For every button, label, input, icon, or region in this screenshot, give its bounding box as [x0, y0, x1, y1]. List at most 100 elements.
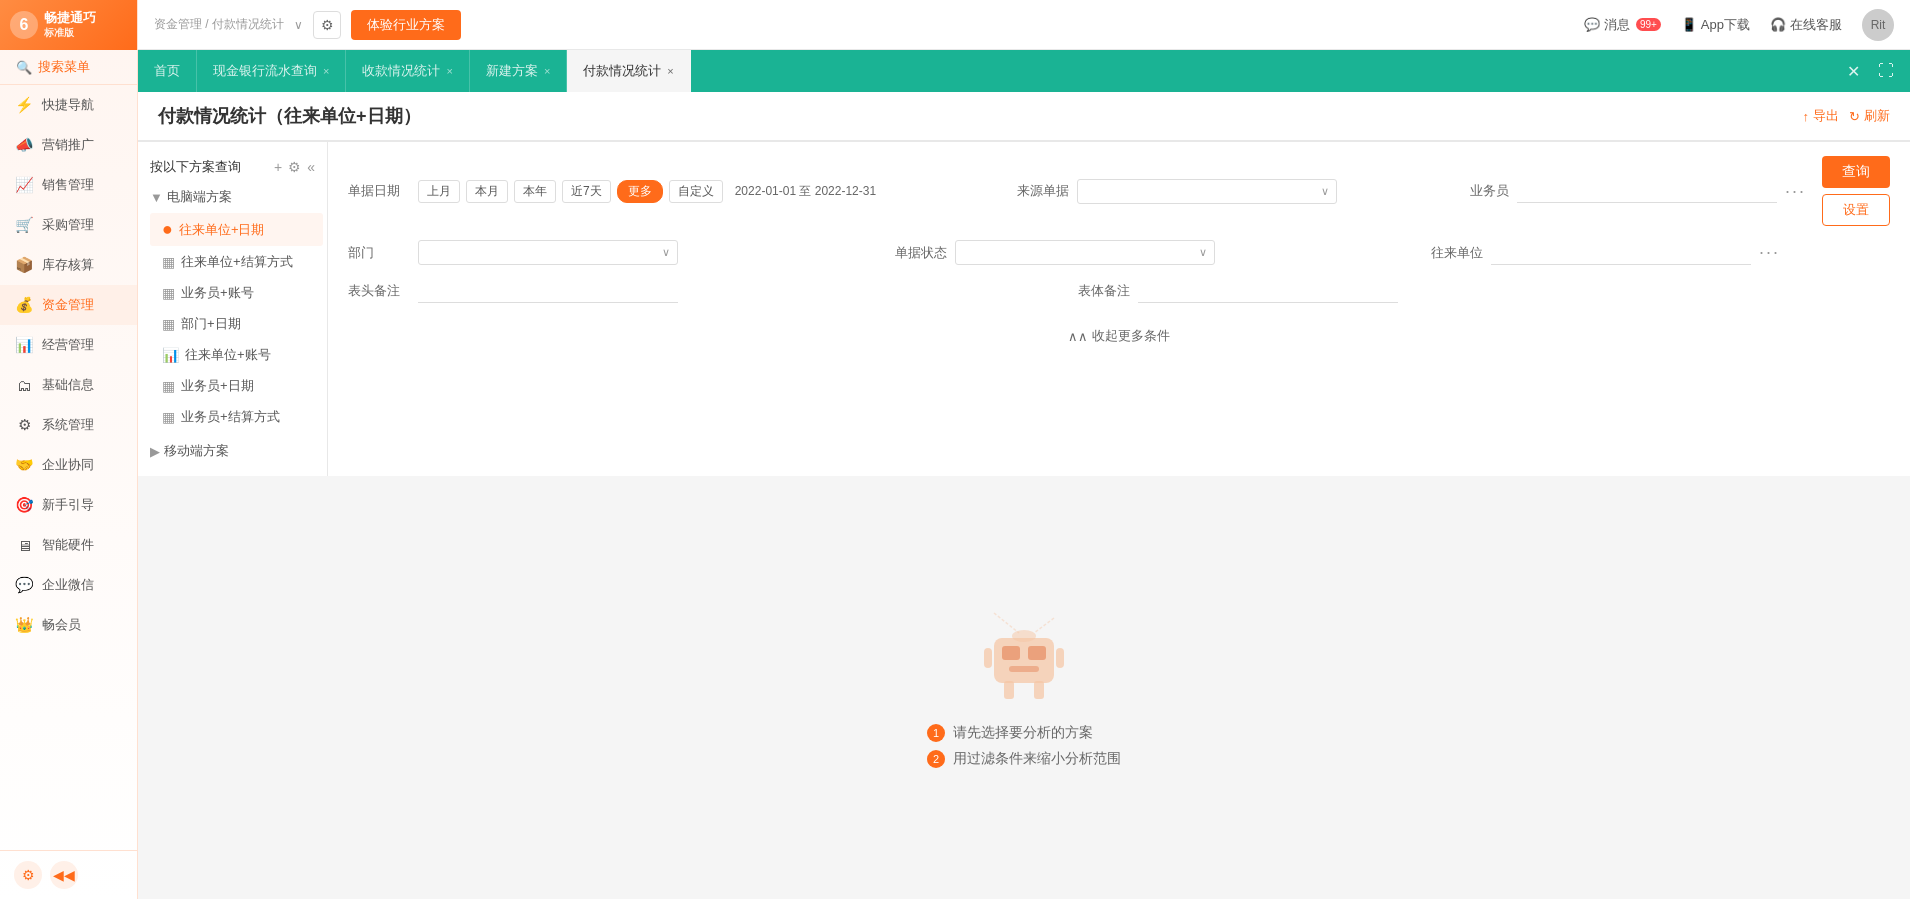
avatar-text: Rit — [1871, 18, 1886, 32]
svg-rect-6 — [1004, 681, 1014, 699]
staff-filter-dots[interactable]: ··· — [1785, 181, 1806, 202]
tab-payment-stats-close[interactable]: × — [667, 65, 673, 77]
sidebar-item-quick-nav[interactable]: ⚡ 快捷导航 — [0, 85, 137, 125]
tab-home[interactable]: 首页 — [138, 50, 197, 92]
partner-filter-dots[interactable]: ··· — [1759, 242, 1780, 263]
sidebar-item-label: 基础信息 — [42, 376, 94, 394]
topbar-dropdown-icon[interactable]: ∨ — [294, 18, 303, 32]
sidebar-item-weixin[interactable]: 💬 企业微信 — [0, 565, 137, 605]
sidebar-item-basic-info[interactable]: 🗂 基础信息 — [0, 365, 137, 405]
scheme-collapse-btn[interactable]: « — [307, 159, 315, 175]
sidebar-item-purchase[interactable]: 🛒 采购管理 — [0, 205, 137, 245]
sidebar-item-enterprise[interactable]: 🤝 企业协同 — [0, 445, 137, 485]
scheme-sidebar: 按以下方案查询 + ⚙ « ▼ 电脑端方案 ● 往来单位+日期 — [138, 142, 328, 476]
svg-point-8 — [1012, 630, 1036, 642]
filter-row-3: 表头备注 表体备注 — [348, 279, 1890, 303]
sidebar-item-sales[interactable]: 📈 销售管理 — [0, 165, 137, 205]
scheme-category-label: 电脑端方案 — [167, 188, 232, 206]
scheme-item-staff-date[interactable]: ▦ 业务员+日期 — [150, 371, 323, 401]
scheme-settings-btn[interactable]: ⚙ — [288, 159, 301, 175]
collapse-more-btn[interactable]: ∧∧ 收起更多条件 — [1068, 327, 1170, 345]
sidebar-search-item[interactable]: 🔍 搜索菜单 — [0, 50, 137, 85]
scheme-item-partner-date[interactable]: ● 往来单位+日期 — [150, 213, 323, 246]
refresh-btn[interactable]: ↻ 刷新 — [1849, 107, 1890, 125]
sidebar-item-label: 营销推广 — [42, 136, 94, 154]
empty-state-illustration — [964, 608, 1084, 708]
basic-info-icon: 🗂 — [14, 375, 34, 395]
source-filter-select[interactable] — [1077, 179, 1337, 204]
sidebar-item-label: 资金管理 — [42, 296, 94, 314]
scheme-item-dept-date[interactable]: ▦ 部门+日期 — [150, 309, 323, 339]
enterprise-icon: 🤝 — [14, 455, 34, 475]
header-note-input[interactable] — [418, 279, 678, 303]
step-2-num: 2 — [927, 750, 945, 768]
scheme-item-partner-settle[interactable]: ▦ 往来单位+结算方式 — [150, 247, 323, 277]
empty-step-2: 2 用过滤条件来缩小分析范围 — [927, 750, 1121, 768]
svg-rect-3 — [1009, 666, 1039, 672]
tab-receipt-stats-close[interactable]: × — [446, 65, 452, 77]
sidebar-collapse-button[interactable]: ◀◀ — [50, 861, 78, 889]
tab-payment-stats[interactable]: 付款情况统计 × — [567, 50, 690, 92]
scheme-item-staff-account[interactable]: ▦ 业务员+账号 — [150, 278, 323, 308]
date-btn-more[interactable]: 更多 — [617, 180, 663, 203]
tab-new-scheme[interactable]: 新建方案 × — [470, 50, 567, 92]
scheme-item-icon-7: ▦ — [162, 409, 175, 425]
scheme-item-staff-settle[interactable]: ▦ 业务员+结算方式 — [150, 402, 323, 432]
staff-filter-input[interactable] — [1517, 179, 1777, 203]
main-content: 资金管理 / 付款情况统计 ∨ ⚙ 体验行业方案 💬 消息 99+ 📱 App下… — [138, 0, 1910, 899]
trial-btn[interactable]: 体验行业方案 — [351, 10, 461, 40]
online-service-icon: 🎧 — [1770, 17, 1786, 32]
online-service-btn[interactable]: 🎧 在线客服 — [1770, 16, 1842, 34]
tab-close-all-btn[interactable]: ✕ — [1841, 60, 1866, 83]
svg-rect-5 — [1056, 648, 1064, 668]
date-btn-custom[interactable]: 自定义 — [669, 180, 723, 203]
date-btn-7days[interactable]: 近7天 — [562, 180, 611, 203]
user-avatar[interactable]: Rit — [1862, 9, 1894, 41]
step-1-text: 请先选择要分析的方案 — [953, 724, 1093, 742]
message-label: 消息 — [1604, 16, 1630, 34]
sidebar-item-operations[interactable]: 📊 经营管理 — [0, 325, 137, 365]
date-btn-this-month[interactable]: 本月 — [466, 180, 508, 203]
tab-maximize-btn[interactable]: ⛶ — [1872, 60, 1900, 82]
tab-new-scheme-close[interactable]: × — [544, 65, 550, 77]
sidebar-item-label: 新手引导 — [42, 496, 94, 514]
date-btn-last-month[interactable]: 上月 — [418, 180, 460, 203]
dept-filter-select[interactable] — [418, 240, 678, 265]
settings-btn[interactable]: 设置 — [1822, 194, 1890, 226]
scheme-item-icon-6: ▦ — [162, 378, 175, 394]
sidebar-item-member[interactable]: 👑 畅会员 — [0, 605, 137, 645]
category-expand-icon: ▼ — [150, 190, 163, 205]
sidebar-item-inventory[interactable]: 📦 库存核算 — [0, 245, 137, 285]
message-btn[interactable]: 💬 消息 99+ — [1584, 16, 1661, 34]
svg-rect-2 — [1028, 646, 1046, 660]
sidebar-item-guide[interactable]: 🎯 新手引导 — [0, 485, 137, 525]
tab-bank-flow[interactable]: 现金银行流水查询 × — [197, 50, 346, 92]
tab-bank-flow-close[interactable]: × — [323, 65, 329, 77]
tab-receipt-stats[interactable]: 收款情况统计 × — [346, 50, 469, 92]
sidebar-item-marketing[interactable]: 📣 营销推广 — [0, 125, 137, 165]
sidebar-item-label: 快捷导航 — [42, 96, 94, 114]
app-download-btn[interactable]: 📱 App下载 — [1681, 16, 1750, 34]
staff-filter-label: 业务员 — [1459, 182, 1509, 200]
scheme-category-desktop[interactable]: ▼ 电脑端方案 — [138, 182, 327, 212]
scheme-item-partner-account[interactable]: 📊 往来单位+账号 — [150, 340, 323, 370]
member-icon: 👑 — [14, 615, 34, 635]
scheme-add-btn[interactable]: + — [274, 159, 282, 175]
scheme-category-mobile[interactable]: ▶ 移动端方案 — [138, 436, 327, 466]
sidebar-settings-button[interactable]: ⚙ — [14, 861, 42, 889]
voucher-status-label: 单据状态 — [877, 244, 947, 262]
date-btn-this-year[interactable]: 本年 — [514, 180, 556, 203]
sidebar-item-system[interactable]: ⚙ 系统管理 — [0, 405, 137, 445]
query-btn[interactable]: 查询 — [1822, 156, 1890, 188]
svg-rect-4 — [984, 648, 992, 668]
export-btn[interactable]: ↑ 导出 — [1803, 107, 1840, 125]
sidebar-item-smart-hw[interactable]: 🖥 智能硬件 — [0, 525, 137, 565]
topbar-gear-button[interactable]: ⚙ — [313, 11, 341, 39]
sidebar-nav: ⚡ 快捷导航 📣 营销推广 📈 销售管理 🛒 采购管理 📦 库存核算 💰 资金管… — [0, 85, 137, 850]
voucher-status-select[interactable] — [955, 240, 1215, 265]
tab-new-scheme-label: 新建方案 — [486, 62, 538, 80]
tabbar-actions: ✕ ⛶ — [1831, 50, 1910, 92]
body-note-input[interactable] — [1138, 279, 1398, 303]
sidebar-item-finance[interactable]: 💰 资金管理 — [0, 285, 137, 325]
partner-filter-input[interactable] — [1491, 241, 1751, 265]
